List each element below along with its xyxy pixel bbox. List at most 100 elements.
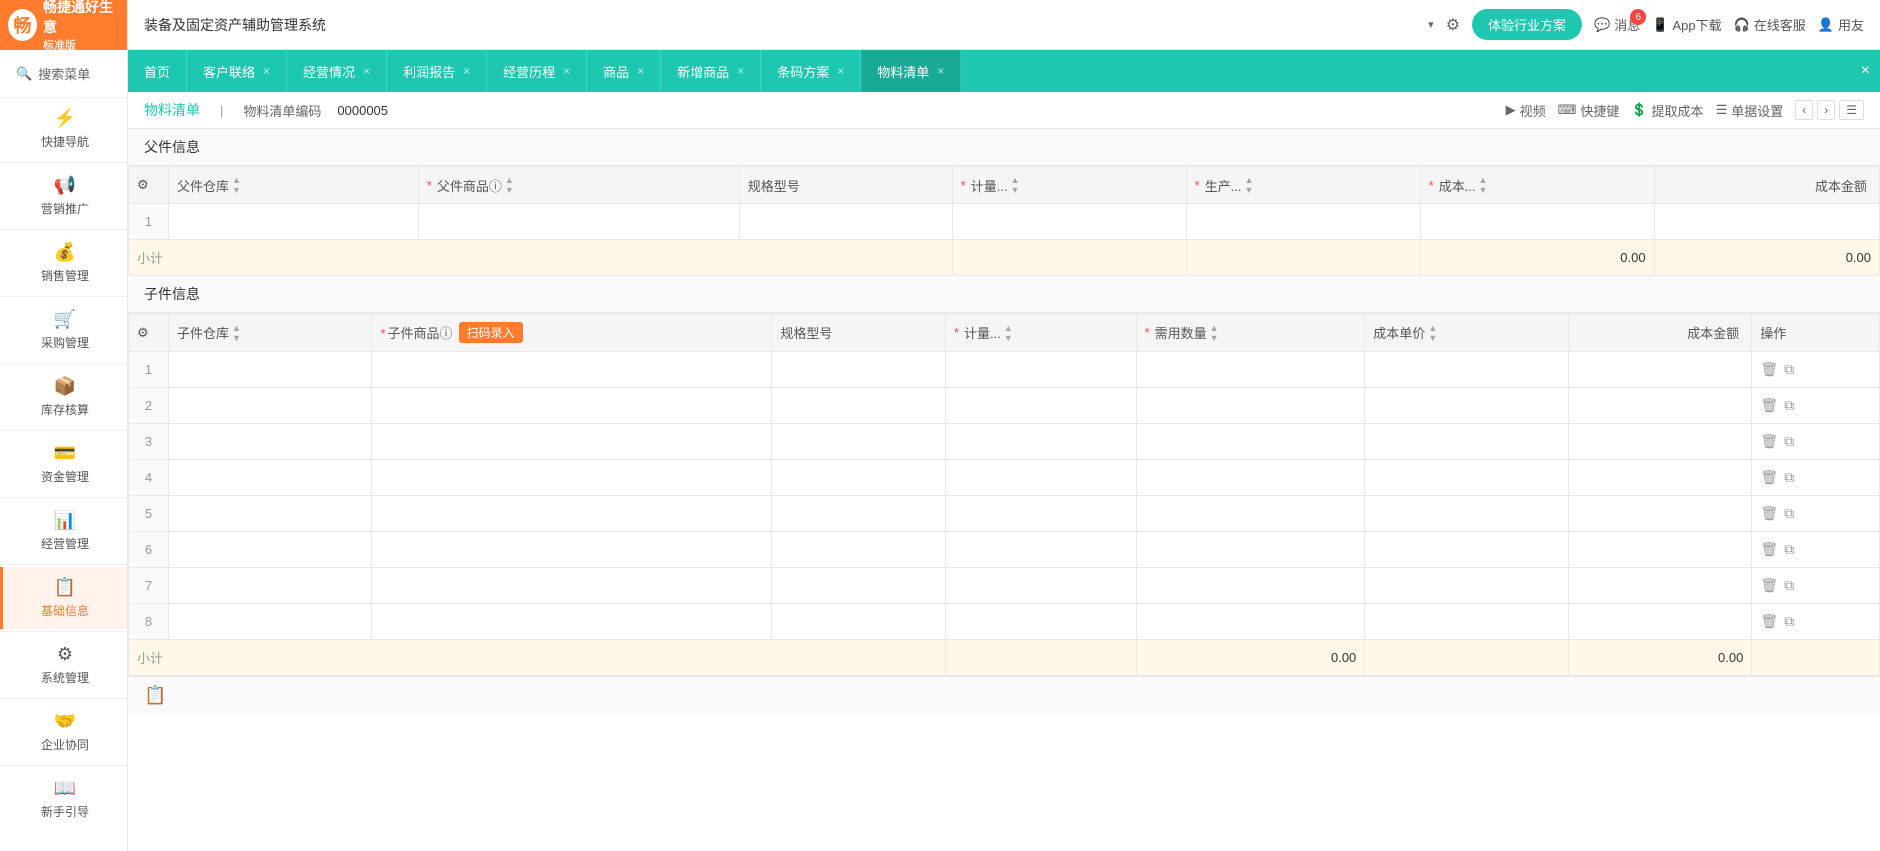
nav-tab-5[interactable]: 商品× — [587, 50, 661, 92]
child-cell-unitcost-8[interactable] — [1365, 604, 1568, 640]
tab-close-4[interactable]: × — [563, 64, 570, 78]
nav-tab-1[interactable]: 客户联络× — [187, 50, 287, 92]
delete-row-icon-3[interactable]: 🗑 — [1760, 433, 1778, 450]
online-service-button[interactable]: 🎧 在线客服 — [1734, 15, 1806, 34]
nav-tab-8[interactable]: 物料清单× — [861, 50, 961, 92]
parent-cell-cost-1[interactable] — [1420, 204, 1654, 240]
child-cell-warehouse-1[interactable] — [169, 352, 372, 388]
child-cell-unitcost-1[interactable] — [1365, 352, 1568, 388]
next-page-button[interactable]: › — [1817, 100, 1835, 120]
nav-tab-7[interactable]: 条码方案× — [761, 50, 861, 92]
child-cell-product-5[interactable] — [372, 496, 772, 532]
child-cell-warehouse-7[interactable] — [169, 568, 372, 604]
nav-tab-0[interactable]: 首页 — [128, 50, 187, 92]
delete-row-icon-6[interactable]: 🗑 — [1760, 541, 1778, 558]
child-cell-quantity-7[interactable] — [1136, 568, 1365, 604]
sidebar-item-6[interactable]: 💳资金管理 — [0, 433, 127, 495]
sidebar-item-1[interactable]: ⚡快捷导航 — [0, 98, 127, 160]
child-cell-measure-7[interactable] — [945, 568, 1136, 604]
child-cell-spec-5[interactable] — [772, 496, 946, 532]
messages-button[interactable]: 💬 消息 6 — [1594, 15, 1640, 34]
child-cell-product-1[interactable] — [372, 352, 772, 388]
child-cell-warehouse-8[interactable] — [169, 604, 372, 640]
child-cell-quantity-4[interactable] — [1136, 460, 1365, 496]
tab-close-2[interactable]: × — [363, 64, 370, 78]
delete-row-icon-1[interactable]: 🗑 — [1760, 361, 1778, 378]
child-cell-amount-4[interactable] — [1568, 460, 1752, 496]
search-menu-button[interactable]: 🔍 搜索菜单 — [8, 58, 119, 89]
child-col-settings[interactable]: ⚙ — [129, 314, 169, 352]
delete-row-icon-4[interactable]: 🗑 — [1760, 469, 1778, 486]
child-cell-amount-2[interactable] — [1568, 388, 1752, 424]
child-cell-spec-1[interactable] — [772, 352, 946, 388]
child-cell-warehouse-4[interactable] — [169, 460, 372, 496]
scan-input-button[interactable]: 扫码录入 — [459, 322, 523, 343]
sidebar-item-2[interactable]: 📢营销推广 — [0, 165, 127, 227]
child-cell-unitcost-4[interactable] — [1365, 460, 1568, 496]
nav-tab-4[interactable]: 经营历程× — [487, 50, 587, 92]
tab-close-3[interactable]: × — [463, 64, 470, 78]
nav-tab-2[interactable]: 经营情况× — [287, 50, 387, 92]
nav-tab-3[interactable]: 利润报告× — [387, 50, 487, 92]
nav-tab-6[interactable]: 新增商品× — [661, 50, 761, 92]
copy-row-icon-3[interactable]: ⧉ — [1784, 433, 1794, 450]
child-cell-spec-8[interactable] — [772, 604, 946, 640]
child-cell-quantity-2[interactable] — [1136, 388, 1365, 424]
delete-row-icon-5[interactable]: 🗑 — [1760, 505, 1778, 522]
copy-row-icon-6[interactable]: ⧉ — [1784, 541, 1794, 558]
copy-row-icon-4[interactable]: ⧉ — [1784, 469, 1794, 486]
parent-col-settings[interactable]: ⚙ — [129, 167, 169, 204]
child-cell-amount-5[interactable] — [1568, 496, 1752, 532]
shortcut-action[interactable]: ⌨ 快捷键 — [1558, 101, 1620, 120]
child-cell-amount-1[interactable] — [1568, 352, 1752, 388]
parent-cell-measure-1[interactable] — [952, 204, 1186, 240]
app-download-button[interactable]: 📱 App下载 — [1652, 15, 1721, 34]
child-cell-amount-3[interactable] — [1568, 424, 1752, 460]
child-cell-unitcost-6[interactable] — [1365, 532, 1568, 568]
sidebar-item-3[interactable]: 💰销售管理 — [0, 232, 127, 294]
child-cell-measure-8[interactable] — [945, 604, 1136, 640]
sidebar-item-11[interactable]: 📖新手引导 — [0, 768, 127, 830]
copy-row-icon-7[interactable]: ⧉ — [1784, 577, 1794, 594]
child-cell-unitcost-3[interactable] — [1365, 424, 1568, 460]
child-cell-warehouse-6[interactable] — [169, 532, 372, 568]
parent-cell-product-1[interactable] — [418, 204, 739, 240]
prev-page-button[interactable]: ‹ — [1795, 100, 1813, 120]
settings-action[interactable]: ☰ 单据设置 — [1716, 101, 1784, 120]
sidebar-item-10[interactable]: 🤝企业协同 — [0, 701, 127, 763]
child-cell-spec-4[interactable] — [772, 460, 946, 496]
child-cell-quantity-1[interactable] — [1136, 352, 1365, 388]
child-cell-quantity-3[interactable] — [1136, 424, 1365, 460]
copy-row-icon-5[interactable]: ⧉ — [1784, 505, 1794, 522]
tab-close-6[interactable]: × — [737, 64, 744, 78]
child-cell-quantity-8[interactable] — [1136, 604, 1365, 640]
child-cell-amount-7[interactable] — [1568, 568, 1752, 604]
delete-row-icon-2[interactable]: 🗑 — [1760, 397, 1778, 414]
child-cell-spec-7[interactable] — [772, 568, 946, 604]
list-view-button[interactable]: ☰ — [1839, 100, 1864, 120]
child-cell-unitcost-7[interactable] — [1365, 568, 1568, 604]
child-cell-product-7[interactable] — [372, 568, 772, 604]
tab-close-8[interactable]: × — [937, 64, 944, 78]
sidebar-item-7[interactable]: 📊经营管理 — [0, 500, 127, 562]
delete-row-icon-8[interactable]: 🗑 — [1760, 613, 1778, 630]
child-cell-product-2[interactable] — [372, 388, 772, 424]
parent-cell-amount-1[interactable] — [1654, 204, 1879, 240]
sidebar-item-8[interactable]: 📋基础信息 — [0, 567, 127, 629]
parent-cell-production-1[interactable] — [1186, 204, 1420, 240]
cost-action[interactable]: 💲 提取成本 — [1631, 101, 1703, 120]
child-cell-spec-6[interactable] — [772, 532, 946, 568]
child-cell-unitcost-2[interactable] — [1365, 388, 1568, 424]
child-cell-warehouse-2[interactable] — [169, 388, 372, 424]
child-cell-measure-2[interactable] — [945, 388, 1136, 424]
child-cell-product-3[interactable] — [372, 424, 772, 460]
child-cell-measure-5[interactable] — [945, 496, 1136, 532]
video-action[interactable]: ▶ 视频 — [1506, 101, 1546, 120]
close-all-tabs-button[interactable]: × — [1851, 62, 1880, 80]
child-cell-measure-3[interactable] — [945, 424, 1136, 460]
sidebar-item-5[interactable]: 📦库存核算 — [0, 366, 127, 428]
user-menu-button[interactable]: 👤 用友 — [1818, 15, 1864, 34]
child-cell-unitcost-5[interactable] — [1365, 496, 1568, 532]
child-cell-warehouse-5[interactable] — [169, 496, 372, 532]
sidebar-item-9[interactable]: ⚙系统管理 — [0, 634, 127, 696]
